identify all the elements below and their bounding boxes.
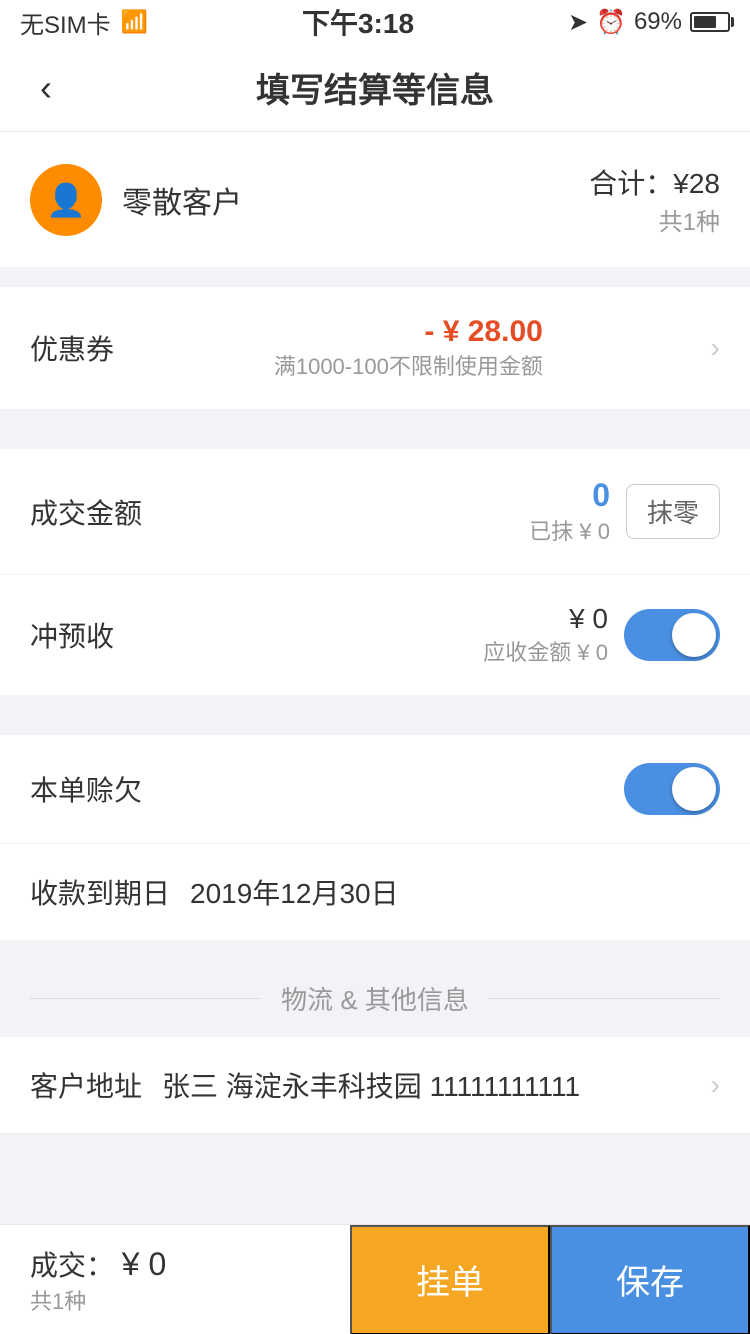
battery-fill bbox=[694, 16, 716, 28]
status-time: 下午3:18 bbox=[302, 2, 414, 42]
wifi-icon: 📶 bbox=[121, 9, 148, 35]
round-zero-button[interactable]: 抹零 bbox=[626, 484, 720, 539]
transaction-section: 成交金额 0 已抹 ¥ 0 抹零 冲预收 ¥ 0 应收金额 ¥ 0 bbox=[0, 449, 750, 695]
carrier-label: 无SIM卡 bbox=[20, 5, 111, 40]
address-row[interactable]: 客户地址 张三 海淀永丰科技园 11111111111 › bbox=[0, 1037, 750, 1134]
logistics-header: 物流 & 其他信息 bbox=[0, 960, 750, 1037]
status-left: 无SIM卡 📶 bbox=[20, 5, 148, 40]
prepayment-row: 冲预收 ¥ 0 应收金额 ¥ 0 bbox=[0, 575, 750, 695]
customer-name: 零散客户 bbox=[122, 178, 242, 222]
prepayment-toggle[interactable] bbox=[624, 609, 720, 661]
transaction-amount-row: 成交金额 0 已抹 ¥ 0 抹零 bbox=[0, 449, 750, 575]
customer-left: 👤 零散客户 bbox=[30, 164, 242, 236]
prepayment-label: 冲预收 bbox=[30, 615, 114, 655]
deducted-label: 已抹 ¥ 0 bbox=[529, 514, 610, 546]
bottom-bar: 成交： ¥ 0 共1种 挂单 保存 bbox=[0, 1224, 750, 1334]
due-date-label: 收款到期日 bbox=[30, 872, 170, 912]
debt-right bbox=[624, 763, 720, 815]
section-divider-1 bbox=[0, 429, 750, 449]
bottom-info: 成交： ¥ 0 共1种 bbox=[0, 1244, 350, 1316]
debt-toggle[interactable] bbox=[624, 763, 720, 815]
total-amount: 合计：¥28 bbox=[589, 162, 720, 202]
customer-right: 合计：¥28 共1种 bbox=[589, 162, 720, 237]
save-button[interactable]: 保存 bbox=[550, 1225, 750, 1334]
logistics-title: 物流 & 其他信息 bbox=[281, 980, 469, 1017]
debt-toggle-knob bbox=[672, 767, 716, 811]
bottom-count: 共1种 bbox=[30, 1284, 320, 1316]
avatar-icon: 👤 bbox=[46, 181, 86, 219]
due-date-value: 2019年12月30日 bbox=[190, 872, 399, 912]
content: 👤 零散客户 合计：¥28 共1种 优惠券 - ¥ 28.00 满1000-10… bbox=[0, 132, 750, 1254]
back-button[interactable]: ‹ bbox=[30, 57, 62, 119]
transaction-amount-label: 成交金额 bbox=[30, 492, 142, 532]
customer-row: 👤 零散客户 合计：¥28 共1种 bbox=[0, 132, 750, 267]
bottom-transaction: 成交： ¥ 0 bbox=[30, 1244, 320, 1284]
status-bar: 无SIM卡 📶 下午3:18 ➤ ⏰ 69% bbox=[0, 0, 750, 44]
battery-percent: 69% bbox=[634, 8, 682, 36]
address-value: 张三 海淀永丰科技园 11111111111 bbox=[162, 1065, 683, 1105]
address-label: 客户地址 bbox=[30, 1065, 142, 1105]
toggle-knob bbox=[672, 613, 716, 657]
transaction-amount-right: 0 已抹 ¥ 0 抹零 bbox=[529, 477, 720, 546]
alarm-icon: ⏰ bbox=[596, 8, 626, 37]
address-chevron-icon: › bbox=[711, 1069, 720, 1101]
total-count: 共1种 bbox=[589, 202, 720, 237]
coupon-desc: 满1000-100不限制使用金额 bbox=[274, 349, 543, 381]
nav-bar: ‹ 填写结算等信息 bbox=[0, 44, 750, 132]
transaction-amount-value[interactable]: 0 bbox=[529, 477, 610, 514]
bottom-transaction-label: 成交： bbox=[30, 1250, 114, 1281]
coupon-row[interactable]: 优惠券 - ¥ 28.00 满1000-100不限制使用金额 › bbox=[0, 287, 750, 409]
prepayment-amount: ¥ 0 bbox=[483, 603, 608, 635]
coupon-right: - ¥ 28.00 满1000-100不限制使用金额 bbox=[274, 315, 543, 381]
pending-button[interactable]: 挂单 bbox=[350, 1225, 550, 1334]
debt-row: 本单赊欠 bbox=[0, 735, 750, 844]
coupon-amount: - ¥ 28.00 bbox=[274, 315, 543, 349]
location-icon: ➤ bbox=[568, 8, 588, 37]
section-divider-2 bbox=[0, 715, 750, 735]
battery-icon bbox=[690, 12, 730, 32]
coupon-label: 优惠券 bbox=[30, 328, 114, 368]
due-date-row: 收款到期日 2019年12月30日 bbox=[0, 844, 750, 940]
debt-label: 本单赊欠 bbox=[30, 769, 142, 809]
page-title: 填写结算等信息 bbox=[256, 63, 494, 112]
logistics-line-left bbox=[30, 998, 261, 999]
avatar: 👤 bbox=[30, 164, 102, 236]
chevron-right-icon: › bbox=[711, 332, 720, 364]
coupon-section: 优惠券 - ¥ 28.00 满1000-100不限制使用金额 › bbox=[0, 287, 750, 409]
status-right: ➤ ⏰ 69% bbox=[568, 8, 730, 37]
logistics-line-right bbox=[489, 998, 720, 999]
receivable-label: 应收金额 ¥ 0 bbox=[483, 635, 608, 667]
prepayment-right: ¥ 0 应收金额 ¥ 0 bbox=[483, 603, 720, 667]
bottom-transaction-amount: ¥ 0 bbox=[122, 1246, 166, 1282]
debt-section: 本单赊欠 收款到期日 2019年12月30日 bbox=[0, 735, 750, 940]
